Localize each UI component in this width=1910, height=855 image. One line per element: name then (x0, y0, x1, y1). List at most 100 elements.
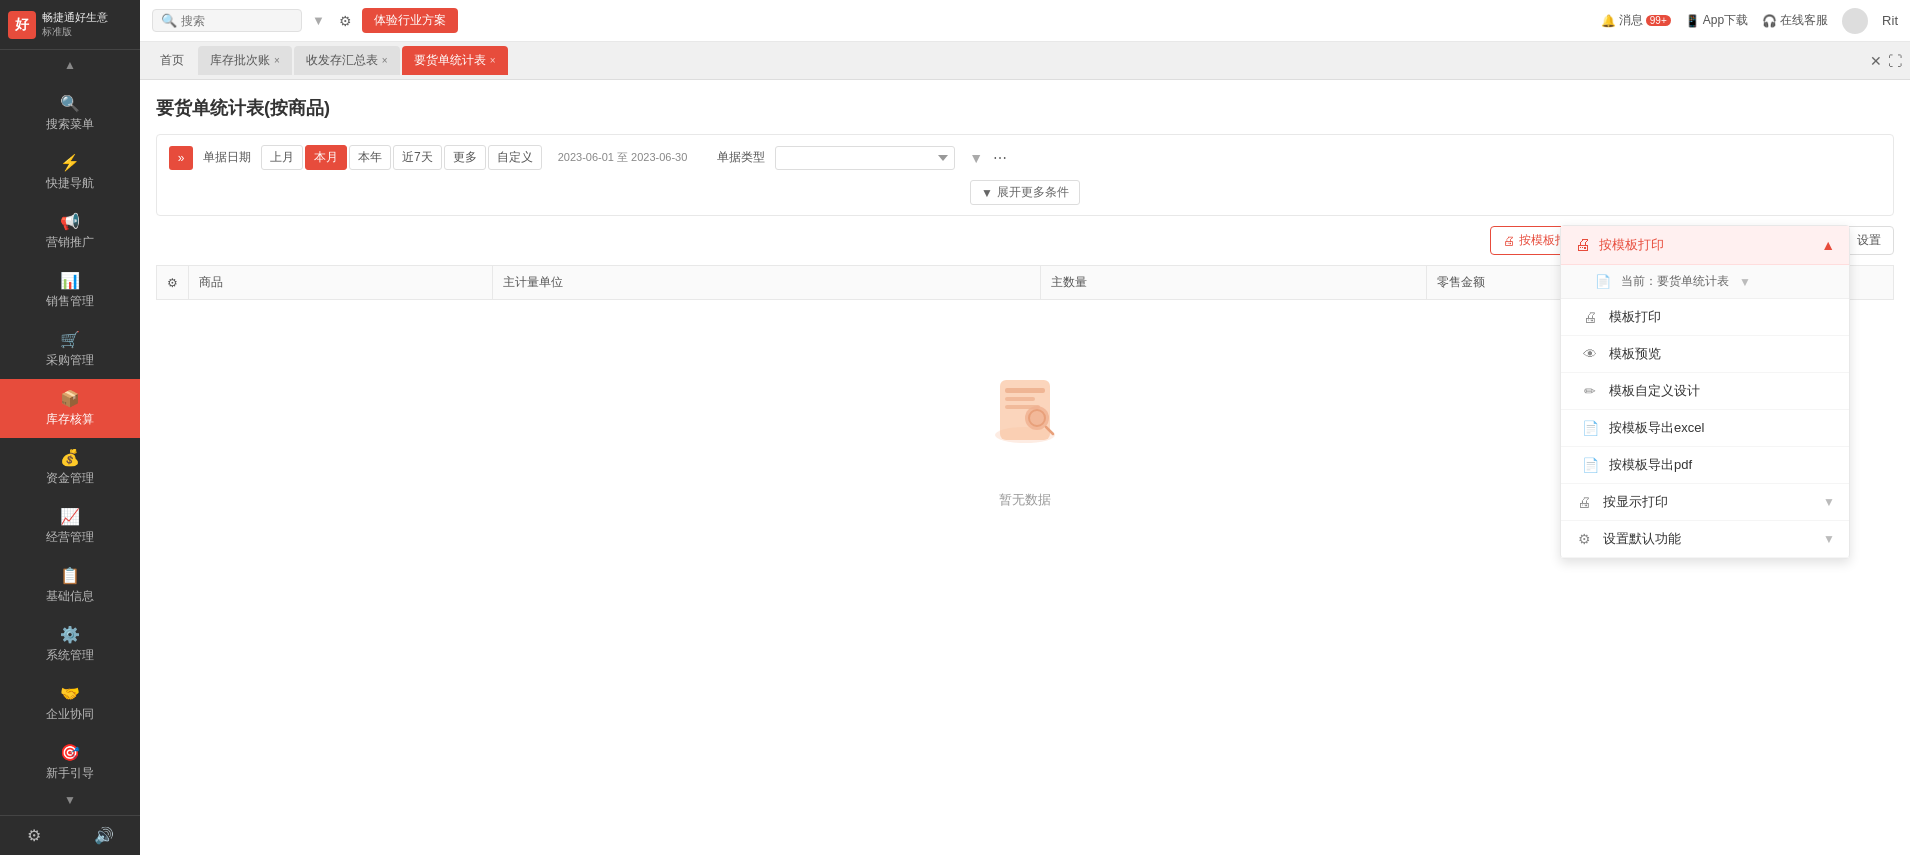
empty-text: 暂无数据 (999, 491, 1051, 509)
dropdown-section-set-default[interactable]: ⚙ 设置默认功能 ▼ (1561, 521, 1849, 558)
type-filter-select[interactable] (775, 146, 955, 170)
window-controls: ✕ ⛶ (1870, 53, 1902, 69)
date-btn-last-month[interactable]: 上月 (261, 145, 303, 170)
date-btn-this-year[interactable]: 本年 (349, 145, 391, 170)
svg-rect-3 (1005, 397, 1035, 401)
eye-icon: 👁 (1581, 346, 1599, 362)
dropdown-section-arrow: ▼ (1823, 532, 1835, 546)
sidebar-item-basic[interactable]: 📋 基础信息 (0, 556, 140, 615)
tab-order-stats[interactable]: 要货单统计表 × (402, 46, 508, 75)
date-btn-more[interactable]: 更多 (444, 145, 486, 170)
print-icon: 🖨 (1503, 234, 1515, 248)
logo-icon: 好 (8, 11, 36, 39)
filter-bar: » 单据日期 上月 本月 本年 近7天 更多 自定义 2023-06-01 至 … (156, 134, 1894, 216)
sidebar-item-purchase[interactable]: 🛒 采购管理 (0, 320, 140, 379)
dropdown-item-export-excel[interactable]: 📄 按模板导出excel (1561, 410, 1849, 447)
online-service-action[interactable]: 🎧 在线客服 (1762, 12, 1828, 29)
filter-expand-icon[interactable]: » (169, 146, 193, 170)
sidebar-item-system[interactable]: ⚙️ 系统管理 (0, 615, 140, 674)
tab-home[interactable]: 首页 (148, 46, 196, 75)
speaker-footer-icon[interactable]: 🔊 (94, 826, 114, 845)
dropdown-item-export-pdf[interactable]: 📄 按模板导出pdf (1561, 447, 1849, 484)
date-range-text: 2023-06-01 至 2023-06-30 (558, 150, 688, 165)
cart-icon: 🛒 (60, 330, 80, 349)
dropdown-header[interactable]: 🖨 按模板打印 ▲ (1561, 226, 1849, 265)
window-close-btn[interactable]: ✕ (1870, 53, 1882, 69)
table-col-gear[interactable]: ⚙ (157, 266, 189, 300)
dropdown-current-template[interactable]: 📄 当前：要货单统计表 ▼ (1561, 265, 1849, 299)
date-btn-7days[interactable]: 近7天 (393, 145, 442, 170)
tabbar: 首页 库存批次账 × 收发存汇总表 × 要货单统计表 × ✕ ⛶ (140, 42, 1910, 80)
dropdown-section-display-print[interactable]: 🖨 按显示打印 ▼ (1561, 484, 1849, 521)
filter-row: » 单据日期 上月 本月 本年 近7天 更多 自定义 2023-06-01 至 … (169, 145, 1881, 170)
user-avatar[interactable] (1842, 8, 1868, 34)
date-btn-custom[interactable]: 自定义 (488, 145, 542, 170)
window-expand-btn[interactable]: ⛶ (1888, 53, 1902, 69)
dropdown-close-btn[interactable]: ▲ (1821, 237, 1835, 253)
topbar-search-box[interactable]: 🔍 (152, 9, 302, 32)
table-col-qty: 主数量 (1041, 266, 1427, 300)
expand-more-btn[interactable]: ▼ 展开更多条件 (970, 180, 1080, 205)
svg-rect-2 (1005, 388, 1045, 393)
handshake-icon: 🤝 (60, 684, 80, 703)
dropdown-item-label: 模板预览 (1609, 345, 1835, 363)
tab-receipt-summary[interactable]: 收发存汇总表 × (294, 46, 400, 75)
pdf-icon: 📄 (1581, 457, 1599, 473)
table-col-unit: 主计量单位 (493, 266, 1041, 300)
message-action[interactable]: 🔔 消息 99+ (1601, 12, 1671, 29)
target-icon: 🎯 (60, 743, 80, 762)
dropdown-item-label: 模板打印 (1609, 308, 1835, 326)
expand-more-label: 展开更多条件 (997, 184, 1069, 201)
dropdown-item-template-print[interactable]: 🖨 模板打印 (1561, 299, 1849, 336)
dropdown-item-label: 按模板导出pdf (1609, 456, 1835, 474)
sidebar-item-label: 快捷导航 (46, 175, 94, 192)
sidebar-item-label: 经营管理 (46, 529, 94, 546)
type-select-arrow: ▼ (969, 150, 983, 166)
app-download-action[interactable]: 📱 App下载 (1685, 12, 1748, 29)
main-content: 🔍 ▼ ⚙ 体验行业方案 🔔 消息 99+ 📱 App下载 🎧 在线客服 Rit (140, 0, 1910, 855)
tab-batch-account-close[interactable]: × (274, 55, 280, 66)
page-area: 要货单统计表(按商品) » 单据日期 上月 本月 本年 近7天 更多 自定义 2… (140, 80, 1910, 855)
tab-batch-account[interactable]: 库存批次账 × (198, 46, 292, 75)
sidebar-item-quick-nav[interactable]: ⚡ 快捷导航 (0, 143, 140, 202)
date-btn-this-month[interactable]: 本月 (305, 145, 347, 170)
set-default-icon: ⚙ (1575, 531, 1593, 547)
tab-home-label: 首页 (160, 52, 184, 69)
sidebar-item-label: 基础信息 (46, 588, 94, 605)
tab-order-stats-close[interactable]: × (490, 55, 496, 66)
sidebar-scroll-up[interactable]: ▲ (60, 54, 80, 76)
trial-button[interactable]: 体验行业方案 (362, 8, 458, 33)
table-col-product: 商品 (189, 266, 493, 300)
sidebar-item-inventory[interactable]: 📦 库存核算 (0, 379, 140, 438)
sidebar-item-label: 资金管理 (46, 470, 94, 487)
sidebar-item-label: 营销推广 (46, 234, 94, 251)
sidebar-item-label: 企业协同 (46, 706, 94, 723)
sidebar-item-guide[interactable]: 🎯 新手引导 (0, 733, 140, 785)
search-input[interactable] (181, 14, 281, 28)
sidebar-item-marketing[interactable]: 📢 营销推广 (0, 202, 140, 261)
sidebar-item-operation[interactable]: 📈 经营管理 (0, 497, 140, 556)
logo-text: 畅捷通好生意 标准版 (42, 10, 108, 39)
dropdown-item-template-preview[interactable]: 👁 模板预览 (1561, 336, 1849, 373)
dropdown-item-template-custom[interactable]: ✏ 模板自定义设计 (1561, 373, 1849, 410)
current-template-label: 当前：要货单统计表 (1621, 273, 1729, 290)
tab-receipt-summary-close[interactable]: × (382, 55, 388, 66)
type-filter-label: 单据类型 (717, 149, 765, 166)
settings-footer-icon[interactable]: ⚙ (27, 826, 41, 845)
dropdown-item-label: 按模板导出excel (1609, 419, 1835, 437)
gear-icon: ⚙️ (60, 625, 80, 644)
sidebar-item-search[interactable]: 🔍 搜索菜单 (0, 84, 140, 143)
sidebar-item-finance[interactable]: 💰 资金管理 (0, 438, 140, 497)
search-icon: 🔍 (60, 94, 80, 113)
search-icon: 🔍 (161, 13, 177, 28)
sidebar-item-collab[interactable]: 🤝 企业协同 (0, 674, 140, 733)
filter-more-icon[interactable]: ⋯ (993, 150, 1007, 166)
clipboard-icon: 📋 (60, 566, 80, 585)
sidebar-item-label: 搜索菜单 (46, 116, 94, 133)
topbar-gear-icon[interactable]: ⚙ (339, 13, 352, 29)
sidebar-scroll-down[interactable]: ▼ (60, 789, 80, 811)
tab-order-stats-label: 要货单统计表 (414, 52, 486, 69)
sidebar-item-sales[interactable]: 📊 销售管理 (0, 261, 140, 320)
settings-btn[interactable]: 设置 (1844, 226, 1894, 255)
sidebar-item-label: 新手引导 (46, 765, 94, 782)
